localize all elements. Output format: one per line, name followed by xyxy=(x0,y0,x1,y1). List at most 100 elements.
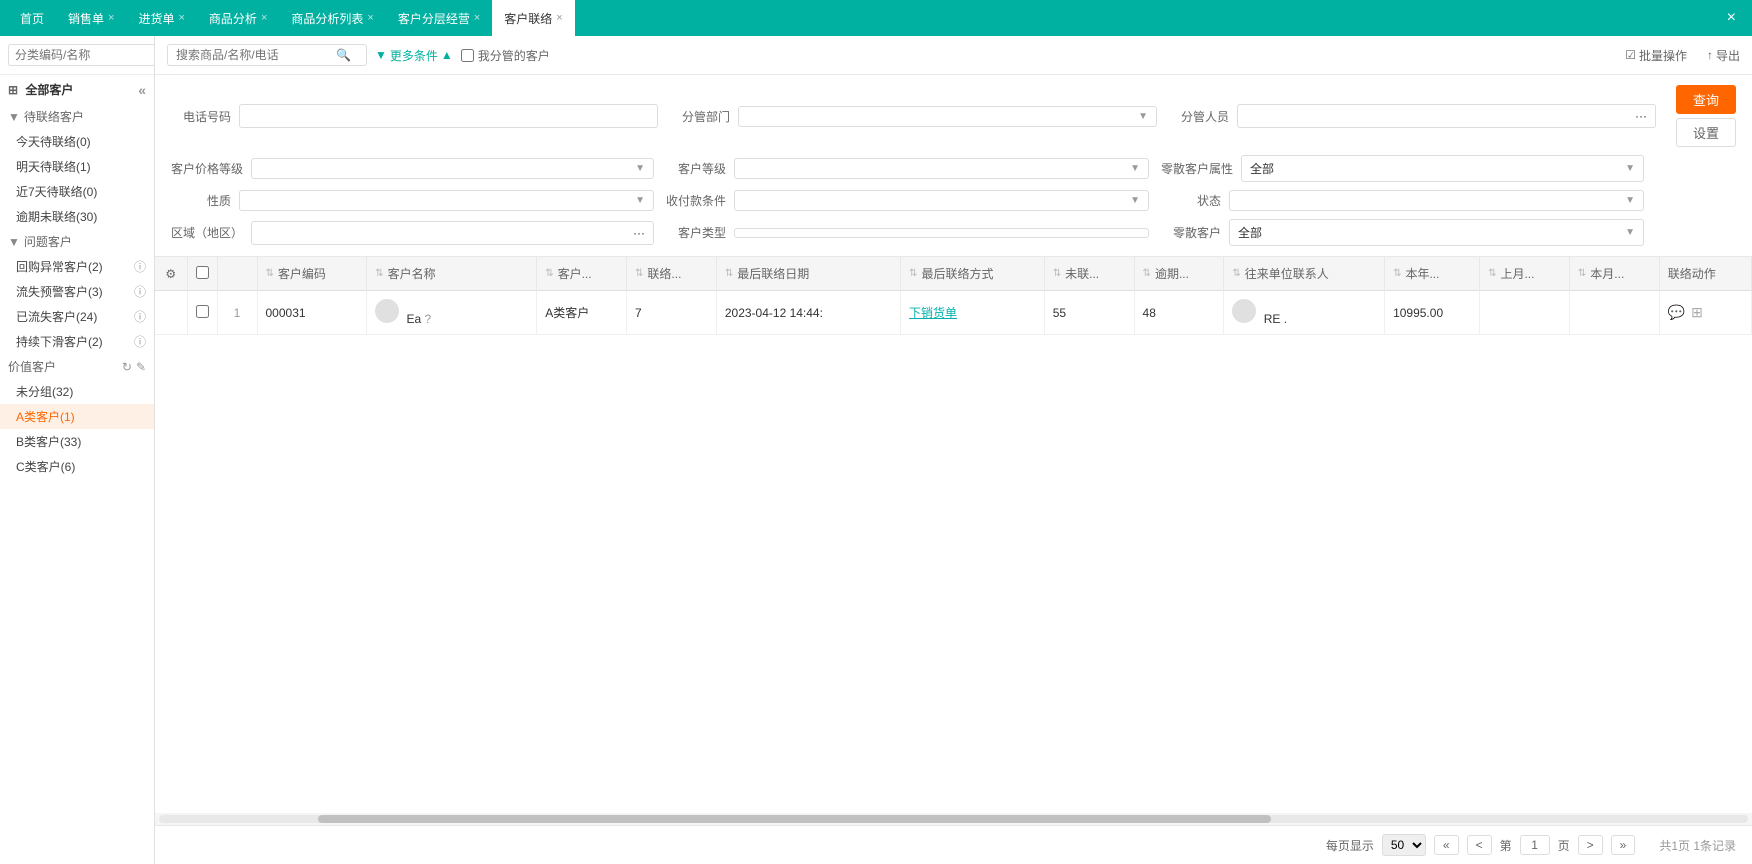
dept-select[interactable]: ▼ xyxy=(738,106,1157,127)
query-buttons: 查询 设置 xyxy=(1676,85,1736,147)
col-no-contact-header[interactable]: ⇅ 未联... xyxy=(1044,257,1134,291)
sidebar-item-ungrouped[interactable]: 未分组(32) xyxy=(0,379,154,404)
nav-close-sales[interactable]: × xyxy=(108,12,114,24)
col-action-header: 联络动作 xyxy=(1659,257,1751,291)
settings-button[interactable]: 设置 xyxy=(1676,118,1736,147)
col-gear: ⚙ xyxy=(155,257,187,291)
my-customers-checkbox[interactable] xyxy=(461,49,474,62)
filter-customer-type: 客户类型 xyxy=(666,224,1149,241)
batch-icon: ☑ xyxy=(1625,48,1636,62)
col-type-header[interactable]: ⇅ 客户... xyxy=(537,257,627,291)
col-code-sort-icon: ⇅ xyxy=(266,268,274,279)
col-checkbox-header xyxy=(187,257,217,291)
last-page-button[interactable]: » xyxy=(1611,835,1636,855)
category-search-input[interactable] xyxy=(8,44,155,66)
col-seq-header xyxy=(217,257,257,291)
search-icon-main[interactable]: 🔍 xyxy=(336,48,351,62)
col-this-month-header[interactable]: ⇅ 本月... xyxy=(1569,257,1659,291)
edit-icon[interactable]: ✎ xyxy=(136,360,146,374)
sidebar-item-declining[interactable]: 持续下滑客户(2) ⓘ xyxy=(0,329,154,354)
company-contact-avatar xyxy=(1232,299,1256,323)
col-last-month-header[interactable]: ⇅ 上月... xyxy=(1480,257,1570,291)
sidebar-all-customers[interactable]: ⊞ 全部客户 « xyxy=(0,75,154,104)
nav-home[interactable]: 首页 xyxy=(8,0,56,36)
export-icon: ↑ xyxy=(1707,48,1713,62)
payment-select[interactable]: ▼ xyxy=(734,190,1149,211)
region-select[interactable]: ··· xyxy=(251,221,654,245)
col-name-header[interactable]: ⇅ 客户名称 xyxy=(367,257,537,291)
status-select[interactable]: ▼ xyxy=(1229,190,1644,211)
sidebar-collapse-icon[interactable]: « xyxy=(138,82,146,98)
query-button[interactable]: 查询 xyxy=(1676,85,1736,114)
payment-arrow-icon: ▼ xyxy=(1130,195,1140,206)
filter-arrow-icon: ▲ xyxy=(441,48,453,62)
nav-close-product-analysis-list[interactable]: × xyxy=(367,12,373,24)
sidebar-item-class-c[interactable]: C类客户(6) xyxy=(0,454,154,479)
person-select[interactable]: ··· xyxy=(1237,104,1656,128)
retail-attr-select[interactable]: 全部 ▼ xyxy=(1241,155,1644,182)
nature-select[interactable]: ▼ xyxy=(239,190,654,211)
row-overdue: 48 xyxy=(1134,291,1224,335)
sidebar-item-class-b[interactable]: B类客户(33) xyxy=(0,429,154,454)
filter-retail-attr: 零散客户属性 全部 ▼ xyxy=(1161,155,1644,182)
customer-level-select[interactable]: ▼ xyxy=(734,158,1149,179)
refresh-icon[interactable]: ↻ xyxy=(122,360,132,374)
content-area: 🔍 ▼ 更多条件 ▲ 我分管的客户 ☑ 批量操作 ↑ 导出 xyxy=(155,36,1752,864)
info-icon-1: ⓘ xyxy=(134,258,146,275)
sidebar-item-churn-warning[interactable]: 流失预警客户(3) ⓘ xyxy=(0,279,154,304)
more-filters-button[interactable]: ▼ 更多条件 ▲ xyxy=(375,47,453,64)
next-page-button[interactable]: > xyxy=(1578,835,1603,855)
customer-type-select[interactable] xyxy=(734,228,1149,238)
prev-page-button[interactable]: < xyxy=(1467,835,1492,855)
col-this-year-header[interactable]: ⇅ 本年... xyxy=(1385,257,1480,291)
filter-region: 区域（地区） ··· xyxy=(171,221,654,245)
nav-customer-tier[interactable]: 客户分层经营 × xyxy=(386,0,492,36)
nav-customer-contact[interactable]: 客户联络 × xyxy=(492,0,574,36)
nav-purchase[interactable]: 进货单 × xyxy=(126,0,196,36)
sidebar-item-repurchase-anomaly[interactable]: 回购异常客户(2) ⓘ xyxy=(0,254,154,279)
select-all-checkbox[interactable] xyxy=(196,266,209,279)
nav-close-customer-tier[interactable]: × xyxy=(474,12,480,24)
nav-product-analysis-list[interactable]: 商品分析列表 × xyxy=(279,0,385,36)
chat-action-icon[interactable]: 💬 xyxy=(1668,304,1685,321)
nav-close-customer-contact[interactable]: × xyxy=(556,12,562,24)
per-page-select[interactable]: 50 xyxy=(1382,834,1426,856)
nav-close-product-analysis[interactable]: × xyxy=(261,12,267,24)
sidebar-item-overdue[interactable]: 逾期未联络(30) xyxy=(0,204,154,229)
retail-customer-select[interactable]: 全部 ▼ xyxy=(1229,219,1644,246)
col-contact-header[interactable]: ⇅ 联络... xyxy=(627,257,717,291)
grid-action-icon[interactable]: ⊞ xyxy=(1691,304,1703,321)
top-navigation: 首页 销售单 × 进货单 × 商品分析 × 商品分析列表 × 客户分层经营 × … xyxy=(0,0,1752,36)
first-page-button[interactable]: « xyxy=(1434,835,1459,855)
sidebar-item-churned[interactable]: 已流失客户(24) ⓘ xyxy=(0,304,154,329)
horizontal-scrollbar[interactable] xyxy=(155,813,1752,825)
col-last-method-header[interactable]: ⇅ 最后联络方式 xyxy=(901,257,1045,291)
price-level-select[interactable]: ▼ xyxy=(251,158,654,179)
col-no-contact-sort-icon: ⇅ xyxy=(1053,268,1061,279)
customer-level-arrow-icon: ▼ xyxy=(1130,163,1140,174)
scrollbar-thumb[interactable] xyxy=(318,815,1271,823)
export-button[interactable]: ↑ 导出 xyxy=(1707,47,1740,64)
col-last-date-header[interactable]: ⇅ 最后联络日期 xyxy=(716,257,900,291)
phone-input[interactable] xyxy=(239,104,658,128)
search-bar: 🔍 ▼ 更多条件 ▲ 我分管的客户 ☑ 批量操作 ↑ 导出 xyxy=(155,36,1752,75)
search-input[interactable] xyxy=(176,48,336,62)
sidebar-item-today[interactable]: 今天待联络(0) xyxy=(0,129,154,154)
col-company-contact-header[interactable]: ⇅ 往来单位联系人 xyxy=(1224,257,1385,291)
sidebar-item-7days[interactable]: 近7天待联络(0) xyxy=(0,179,154,204)
gear-icon[interactable]: ⚙ xyxy=(165,267,176,281)
sidebar-item-class-a[interactable]: A类客户(1) xyxy=(0,404,154,429)
filter-phone: 电话号码 xyxy=(171,104,658,128)
nav-sales[interactable]: 销售单 × xyxy=(56,0,126,36)
nav-product-analysis[interactable]: 商品分析 × xyxy=(197,0,279,36)
last-method-link[interactable]: 下销货单 xyxy=(909,306,957,320)
sidebar-item-tomorrow[interactable]: 明天待联络(1) xyxy=(0,154,154,179)
nav-close-purchase[interactable]: × xyxy=(178,12,184,24)
col-code-header[interactable]: ⇅ 客户编码 xyxy=(257,257,367,291)
window-close-button[interactable]: × xyxy=(1719,9,1744,27)
batch-operation-button[interactable]: ☑ 批量操作 xyxy=(1625,47,1687,64)
sidebar-group-pending[interactable]: ▼ 待联络客户 xyxy=(0,104,154,129)
row-checkbox[interactable] xyxy=(196,305,209,318)
sidebar-group-problem[interactable]: ▼ 问题客户 xyxy=(0,229,154,254)
col-overdue-header[interactable]: ⇅ 逾期... xyxy=(1134,257,1224,291)
